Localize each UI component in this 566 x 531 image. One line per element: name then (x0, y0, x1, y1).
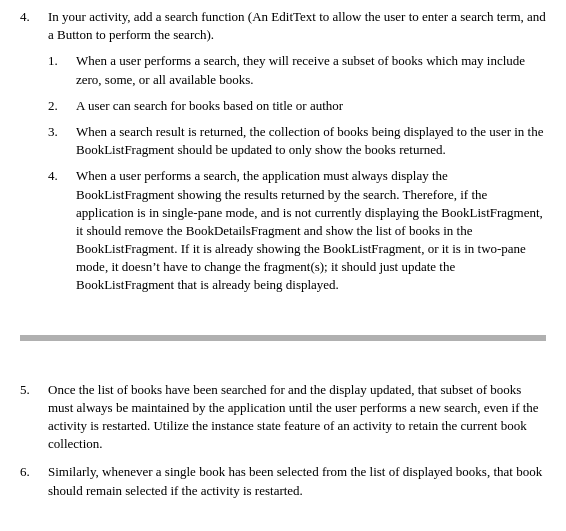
main-item-text: In your activity, add a search function … (48, 9, 546, 42)
bottom-item-5-number: 5. (20, 381, 48, 454)
main-item-content: In your activity, add a search function … (48, 8, 546, 303)
sub-item-2-number: 2. (48, 97, 76, 115)
sub-item-1: 1. When a user performs a search, they w… (48, 52, 546, 88)
sub-item-2: 2. A user can search for books based on … (48, 97, 546, 115)
main-item-number: 4. (20, 8, 48, 303)
page-container: 4. In your activity, add a search functi… (0, 0, 566, 526)
top-section: 4. In your activity, add a search functi… (20, 8, 546, 325)
sub-item-3-number: 3. (48, 123, 76, 159)
main-item: 4. In your activity, add a search functi… (20, 8, 546, 303)
bottom-item-5-content: Once the list of books have been searche… (48, 381, 546, 454)
sub-item-1-content: When a user performs a search, they will… (76, 52, 546, 88)
sub-list: 1. When a user performs a search, they w… (48, 52, 546, 294)
sub-item-2-content: A user can search for books based on tit… (76, 97, 546, 115)
sub-item-3-content: When a search result is returned, the co… (76, 123, 546, 159)
bottom-item-6-number: 6. (20, 463, 48, 499)
sub-item-3: 3. When a search result is returned, the… (48, 123, 546, 159)
sub-item-1-number: 1. (48, 52, 76, 88)
bottom-item-5: 5. Once the list of books have been sear… (20, 381, 546, 454)
sub-item-4: 4. When a user performs a search, the ap… (48, 167, 546, 294)
bottom-item-6: 6. Similarly, whenever a single book has… (20, 463, 546, 499)
sub-item-4-number: 4. (48, 167, 76, 294)
bottom-section: 5. Once the list of books have been sear… (20, 341, 546, 500)
sub-item-4-content: When a user performs a search, the appli… (76, 167, 546, 294)
bottom-item-6-content: Similarly, whenever a single book has be… (48, 463, 546, 499)
